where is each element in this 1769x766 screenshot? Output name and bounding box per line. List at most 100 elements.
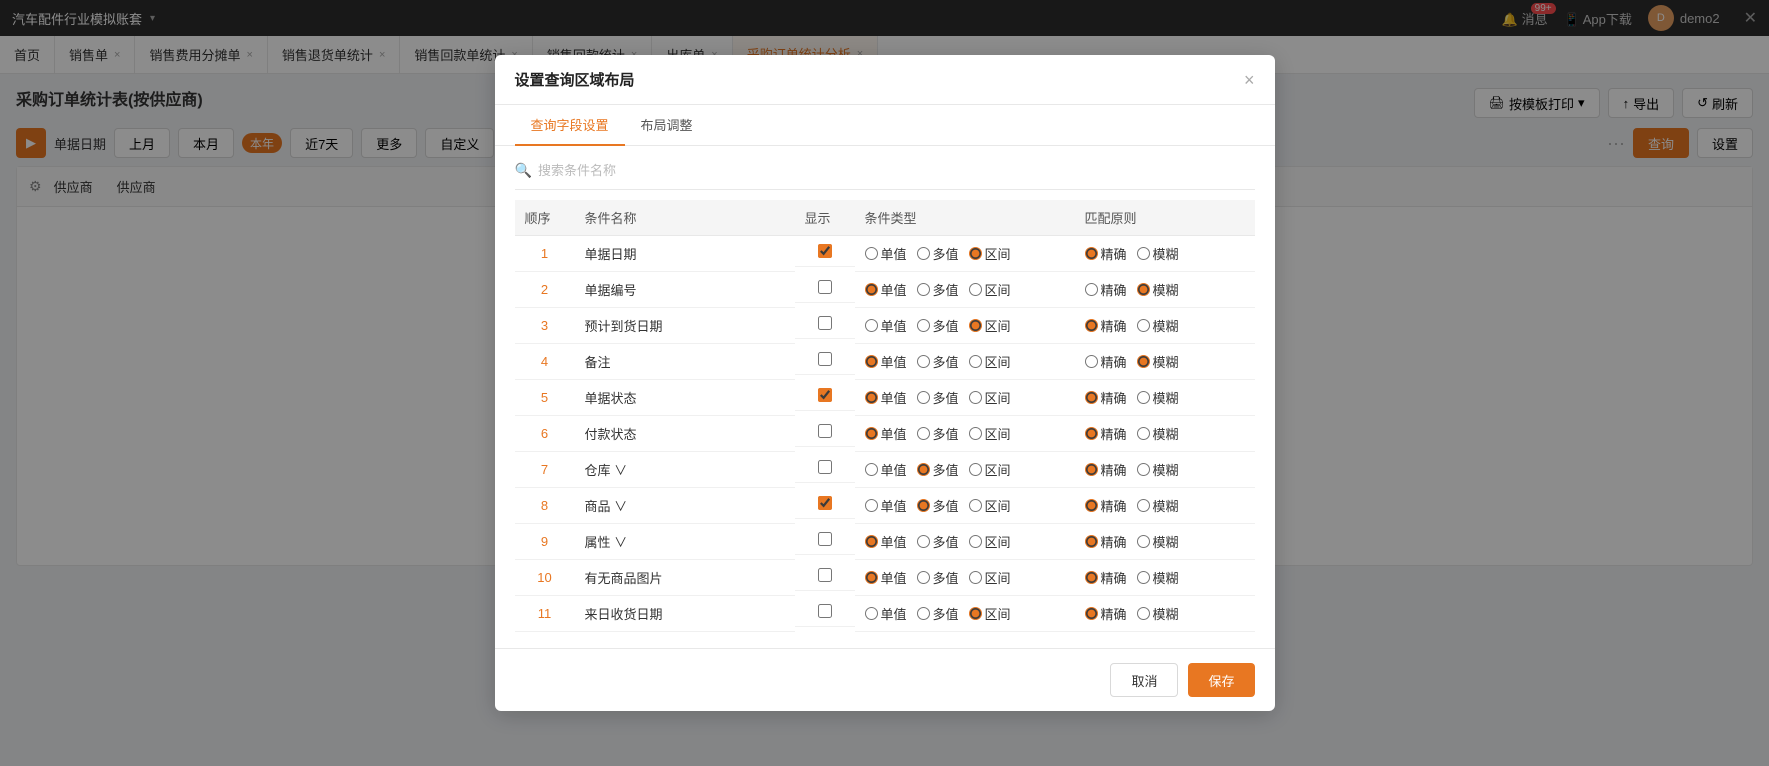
match-option-模糊[interactable]: 模糊 — [1137, 460, 1179, 479]
type-option-多值[interactable]: 多值 — [917, 352, 959, 371]
show-checkbox-input[interactable] — [818, 424, 832, 438]
show-checkbox-input[interactable] — [818, 388, 832, 402]
th-type: 条件类型 — [855, 200, 1075, 236]
type-option-区间[interactable]: 区间 — [969, 280, 1011, 299]
match-option-模糊[interactable]: 模糊 — [1137, 532, 1179, 551]
type-option-单值[interactable]: 单值 — [865, 316, 907, 335]
type-option-多值[interactable]: 多值 — [917, 460, 959, 479]
match-option-精确[interactable]: 精确 — [1085, 316, 1127, 335]
type-option-单值[interactable]: 单值 — [865, 460, 907, 479]
tab-query-fields[interactable]: 查询字段设置 — [515, 105, 625, 146]
show-checkbox-input[interactable] — [818, 460, 832, 474]
match-option-模糊[interactable]: 模糊 — [1137, 496, 1179, 515]
tab-layout-label: 布局调整 — [641, 118, 693, 133]
type-option-单值[interactable]: 单值 — [865, 280, 907, 299]
row-show-checkbox[interactable] — [795, 236, 855, 267]
type-option-单值[interactable]: 单值 — [865, 604, 907, 623]
match-option-精确[interactable]: 精确 — [1085, 460, 1127, 479]
row-show-checkbox[interactable] — [795, 272, 855, 303]
match-option-精确[interactable]: 精确 — [1085, 568, 1127, 587]
row-show-checkbox[interactable] — [795, 560, 855, 591]
show-checkbox-input[interactable] — [818, 280, 832, 294]
type-option-区间[interactable]: 区间 — [969, 604, 1011, 623]
show-checkbox-input[interactable] — [818, 244, 832, 258]
match-option-模糊[interactable]: 模糊 — [1137, 424, 1179, 443]
table-row: 5单据状态单值多值区间精确模糊 — [515, 380, 1255, 416]
row-condition-name: 仓库 ∨ — [575, 452, 795, 488]
row-show-checkbox[interactable] — [795, 596, 855, 627]
match-option-模糊[interactable]: 模糊 — [1137, 280, 1179, 299]
conditions-table: 顺序 条件名称 显示 条件类型 匹配原则 — [515, 200, 1255, 632]
type-option-多值[interactable]: 多值 — [917, 244, 959, 263]
row-show-checkbox[interactable] — [795, 308, 855, 339]
match-option-精确[interactable]: 精确 — [1085, 244, 1127, 263]
row-type-options: 单值多值区间 — [855, 236, 1075, 272]
show-checkbox-input[interactable] — [818, 316, 832, 330]
type-option-区间[interactable]: 区间 — [969, 532, 1011, 551]
type-option-单值[interactable]: 单值 — [865, 532, 907, 551]
type-option-区间[interactable]: 区间 — [969, 388, 1011, 407]
match-option-模糊[interactable]: 模糊 — [1137, 604, 1179, 623]
row-order: 9 — [515, 524, 575, 560]
type-option-单值[interactable]: 单值 — [865, 244, 907, 263]
type-option-区间[interactable]: 区间 — [969, 460, 1011, 479]
type-option-区间[interactable]: 区间 — [969, 424, 1011, 443]
row-show-checkbox[interactable] — [795, 488, 855, 519]
match-option-模糊[interactable]: 模糊 — [1137, 568, 1179, 587]
match-option-精确[interactable]: 精确 — [1085, 496, 1127, 515]
search-input[interactable] — [538, 163, 738, 178]
row-match-options: 精确模糊 — [1075, 308, 1255, 344]
type-option-区间[interactable]: 区间 — [969, 496, 1011, 515]
show-checkbox-input[interactable] — [818, 532, 832, 546]
show-checkbox-input[interactable] — [818, 604, 832, 618]
type-option-多值[interactable]: 多值 — [917, 496, 959, 515]
row-show-checkbox[interactable] — [795, 524, 855, 555]
table-row: 3预计到货日期单值多值区间精确模糊 — [515, 308, 1255, 344]
row-match-options: 精确模糊 — [1075, 560, 1255, 596]
table-row: 6付款状态单值多值区间精确模糊 — [515, 416, 1255, 452]
match-option-精确[interactable]: 精确 — [1085, 532, 1127, 551]
modal-close-icon[interactable]: × — [1244, 71, 1255, 89]
type-option-多值[interactable]: 多值 — [917, 280, 959, 299]
type-option-单值[interactable]: 单值 — [865, 496, 907, 515]
type-option-区间[interactable]: 区间 — [969, 316, 1011, 335]
type-option-单值[interactable]: 单值 — [865, 352, 907, 371]
row-show-checkbox[interactable] — [795, 416, 855, 447]
show-checkbox-input[interactable] — [818, 496, 832, 510]
type-option-多值[interactable]: 多值 — [917, 388, 959, 407]
type-option-多值[interactable]: 多值 — [917, 532, 959, 551]
type-option-区间[interactable]: 区间 — [969, 352, 1011, 371]
row-order: 6 — [515, 416, 575, 452]
type-option-多值[interactable]: 多值 — [917, 424, 959, 443]
match-option-模糊[interactable]: 模糊 — [1137, 352, 1179, 371]
type-option-单值[interactable]: 单值 — [865, 568, 907, 587]
row-show-checkbox[interactable] — [795, 380, 855, 411]
table-row: 7仓库 ∨ 单值多值区间 精确模糊 — [515, 452, 1255, 488]
match-option-模糊[interactable]: 模糊 — [1137, 244, 1179, 263]
match-option-精确[interactable]: 精确 — [1085, 280, 1127, 299]
match-option-精确[interactable]: 精确 — [1085, 424, 1127, 443]
show-checkbox-input[interactable] — [818, 352, 832, 366]
type-option-多值[interactable]: 多值 — [917, 316, 959, 335]
type-option-多值[interactable]: 多值 — [917, 604, 959, 623]
show-checkbox-input[interactable] — [818, 568, 832, 582]
row-order: 8 — [515, 488, 575, 524]
match-option-精确[interactable]: 精确 — [1085, 604, 1127, 623]
type-option-单值[interactable]: 单值 — [865, 388, 907, 407]
type-option-单值[interactable]: 单值 — [865, 424, 907, 443]
match-option-精确[interactable]: 精确 — [1085, 388, 1127, 407]
row-order: 7 — [515, 452, 575, 488]
save-button[interactable]: 保存 — [1188, 663, 1254, 697]
match-option-精确[interactable]: 精确 — [1085, 352, 1127, 371]
table-row: 10有无商品图片单值多值区间精确模糊 — [515, 560, 1255, 596]
tab-layout[interactable]: 布局调整 — [625, 105, 709, 146]
type-option-区间[interactable]: 区间 — [969, 244, 1011, 263]
type-option-多值[interactable]: 多值 — [917, 568, 959, 587]
cancel-button[interactable]: 取消 — [1110, 663, 1178, 697]
row-show-checkbox[interactable] — [795, 344, 855, 375]
th-show: 显示 — [795, 200, 855, 236]
match-option-模糊[interactable]: 模糊 — [1137, 388, 1179, 407]
match-option-模糊[interactable]: 模糊 — [1137, 316, 1179, 335]
row-show-checkbox[interactable] — [795, 452, 855, 483]
type-option-区间[interactable]: 区间 — [969, 568, 1011, 587]
